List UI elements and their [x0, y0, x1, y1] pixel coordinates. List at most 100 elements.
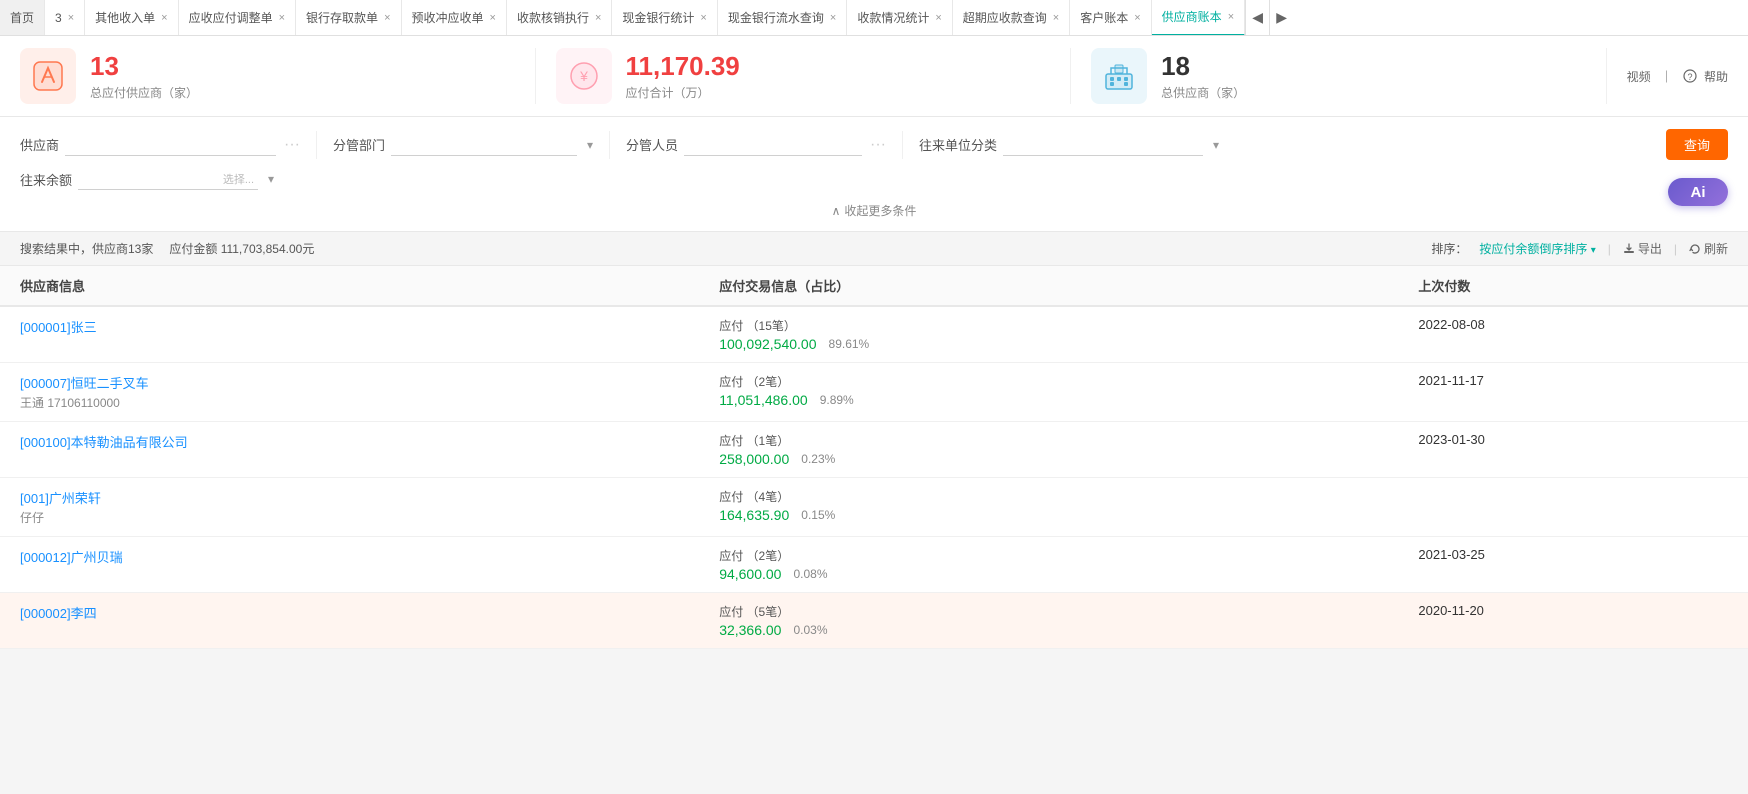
category-dropdown-icon[interactable]: ▾	[1213, 138, 1219, 152]
results-bar: 搜索结果中，供应商13家 应付金额 111,703,854.00元 排序： 按应…	[0, 232, 1748, 266]
nav-tab-customer-book-label: 客户账本	[1080, 9, 1128, 26]
nav-tab-customer-book[interactable]: 客户账本 ×	[1070, 0, 1151, 36]
supplier-sub-info: 王通 17106110000	[20, 394, 679, 411]
balance-dropdown-icon[interactable]: ▾	[268, 172, 274, 186]
filter-row-2: 往来余额 选择... ▾	[20, 168, 1728, 190]
nav-tab-prepay-label: 预收冲应收单	[412, 9, 484, 26]
amount-pct: 0.08%	[793, 567, 827, 581]
person-dots-icon[interactable]: ···	[870, 136, 886, 154]
export-button[interactable]: 导出	[1623, 240, 1662, 257]
help-link[interactable]: ? 帮助	[1683, 68, 1728, 85]
supplier-link[interactable]: [000007]恒旺二手叉车	[20, 376, 149, 391]
video-link[interactable]: 视频	[1627, 68, 1651, 85]
amount-value[interactable]: 100,092,540.00	[719, 336, 816, 352]
total-payable-icon: ¥	[556, 48, 612, 104]
close-icon[interactable]: ×	[161, 12, 167, 24]
close-icon[interactable]: ×	[830, 12, 836, 24]
supplier-link[interactable]: [001]广州荣轩	[20, 491, 101, 506]
supplier-dots-icon[interactable]: ···	[284, 136, 300, 154]
amount-value[interactable]: 164,635.90	[719, 507, 789, 523]
close-icon[interactable]: ×	[279, 12, 285, 24]
total-suppliers-value: 18	[1161, 51, 1245, 82]
summary-bar: 13 总应付供应商（家） ¥ 11,170.39 应付合计（万）	[0, 36, 1748, 117]
refresh-button[interactable]: 刷新	[1689, 240, 1728, 257]
divider-results-2: |	[1674, 242, 1677, 256]
sort-dropdown-icon: ▾	[1591, 245, 1596, 256]
supplier-filter-label: 供应商	[20, 135, 59, 154]
nav-tab-supplier-book[interactable]: 供应商账本 ×	[1152, 0, 1245, 36]
nav-tab-bank[interactable]: 银行存取款单 ×	[296, 0, 401, 36]
nav-tab-3[interactable]: 3 ×	[45, 0, 85, 36]
payable-suppliers-label: 总应付供应商（家）	[90, 84, 198, 101]
person-input[interactable]	[684, 134, 862, 156]
amount-value[interactable]: 258,000.00	[719, 451, 789, 467]
supplier-info-cell: [000002]李四	[0, 593, 699, 649]
supplier-link[interactable]: [000002]李四	[20, 606, 97, 621]
nav-tab-home[interactable]: 首页	[0, 0, 45, 36]
amount-value[interactable]: 94,600.00	[719, 566, 781, 582]
close-icon[interactable]: ×	[700, 12, 706, 24]
close-icon[interactable]: ×	[490, 12, 496, 24]
nav-tab-cash-stat[interactable]: 现金银行统计 ×	[612, 0, 717, 36]
trans-label: 应付 （5笔）	[719, 603, 1378, 620]
close-icon[interactable]: ×	[384, 12, 390, 24]
nav-tab-bank-label: 银行存取款单	[306, 9, 378, 26]
nav-tab-overdue[interactable]: 超期应收款查询 ×	[953, 0, 1070, 36]
last-pay-cell: 2023-01-30	[1398, 422, 1748, 478]
nav-tab-adjust-label: 应收应付调整单	[189, 9, 273, 26]
nav-tab-cash-flow[interactable]: 现金银行流水查询 ×	[718, 0, 847, 36]
col-supplier-info: 供应商信息	[0, 266, 699, 306]
sort-value[interactable]: 按应付余额倒序排序 ▾	[1479, 240, 1595, 257]
trans-label: 应付 （2笔）	[719, 373, 1378, 390]
supplier-link[interactable]: [000001]张三	[20, 320, 97, 335]
trans-label: 应付 （15笔）	[719, 317, 1378, 334]
department-input[interactable]	[391, 134, 577, 156]
table-row: [001]广州荣轩仔仔 应付 （4笔） 164,635.90 0.15%	[0, 478, 1748, 537]
divider: ｜	[1661, 68, 1673, 85]
close-icon[interactable]: ×	[1228, 11, 1234, 23]
close-icon[interactable]: ×	[68, 12, 74, 24]
nav-tab-receipt-stat-label: 收款情况统计	[857, 9, 929, 26]
category-input[interactable]	[1003, 134, 1203, 156]
nav-next-arrow[interactable]: ▶	[1269, 0, 1293, 36]
collapse-button[interactable]: ∧ 收起更多条件	[20, 198, 1728, 223]
nav-tab-prepay[interactable]: 预收冲应收单 ×	[402, 0, 507, 36]
nav-tab-verify[interactable]: 收款核销执行 ×	[507, 0, 612, 36]
query-button[interactable]: 查询	[1666, 129, 1728, 160]
results-summary: 搜索结果中，供应商13家 应付金额 111,703,854.00元	[20, 240, 314, 257]
amount-value[interactable]: 11,051,486.00	[719, 392, 808, 408]
amount-pct: 9.89%	[820, 393, 854, 407]
amount-row: 164,635.90 0.15%	[719, 507, 1378, 523]
nav-tab-cash-flow-label: 现金银行流水查询	[728, 9, 824, 26]
filter-row-1: 供应商 ··· 分管部门 ▾ 分管人员 ··· 往来单位分类 ▾ 查询	[20, 129, 1728, 160]
table-header-row: 供应商信息 应付交易信息（占比） 上次付数	[0, 266, 1748, 306]
close-icon[interactable]: ×	[595, 12, 601, 24]
divider-results: |	[1608, 242, 1611, 256]
filter-separator-2	[609, 131, 610, 159]
table-row: [000001]张三 应付 （15笔） 100,092,540.00 89.61…	[0, 306, 1748, 363]
nav-prev-arrow[interactable]: ◀	[1245, 0, 1269, 36]
close-icon[interactable]: ×	[1053, 12, 1059, 24]
category-filter-label: 往来单位分类	[919, 135, 997, 154]
supplier-input[interactable]	[65, 134, 276, 156]
table-container: 供应商信息 应付交易信息（占比） 上次付数 [000001]张三 应付 （15笔…	[0, 266, 1748, 649]
filter-person: 分管人员 ···	[626, 134, 886, 156]
last-pay-cell: 2021-11-17	[1398, 363, 1748, 422]
nav-tab-cash-stat-label: 现金银行统计	[622, 9, 694, 26]
trans-label: 应付 （2笔）	[719, 547, 1378, 564]
amount-value[interactable]: 32,366.00	[719, 622, 781, 638]
total-payable-value: 11,170.39	[626, 51, 740, 82]
supplier-link[interactable]: [000012]广州贝瑞	[20, 550, 123, 565]
table-row: [000007]恒旺二手叉车王通 17106110000 应付 （2笔） 11,…	[0, 363, 1748, 422]
nav-tab-adjust[interactable]: 应收应付调整单 ×	[179, 0, 296, 36]
close-icon[interactable]: ×	[1134, 12, 1140, 24]
department-dropdown-icon[interactable]: ▾	[587, 138, 593, 152]
nav-tab-income[interactable]: 其他收入单 ×	[85, 0, 178, 36]
payable-suppliers-value: 13	[90, 51, 198, 82]
nav-tab-receipt-stat[interactable]: 收款情况统计 ×	[847, 0, 952, 36]
ai-button[interactable]: Ai	[1668, 178, 1728, 206]
close-icon[interactable]: ×	[935, 12, 941, 24]
supplier-link[interactable]: [000100]本特勒油品有限公司	[20, 435, 188, 450]
total-payable-label: 应付合计（万）	[626, 84, 740, 101]
table-row: [000002]李四 应付 （5笔） 32,366.00 0.03% 2020-…	[0, 593, 1748, 649]
